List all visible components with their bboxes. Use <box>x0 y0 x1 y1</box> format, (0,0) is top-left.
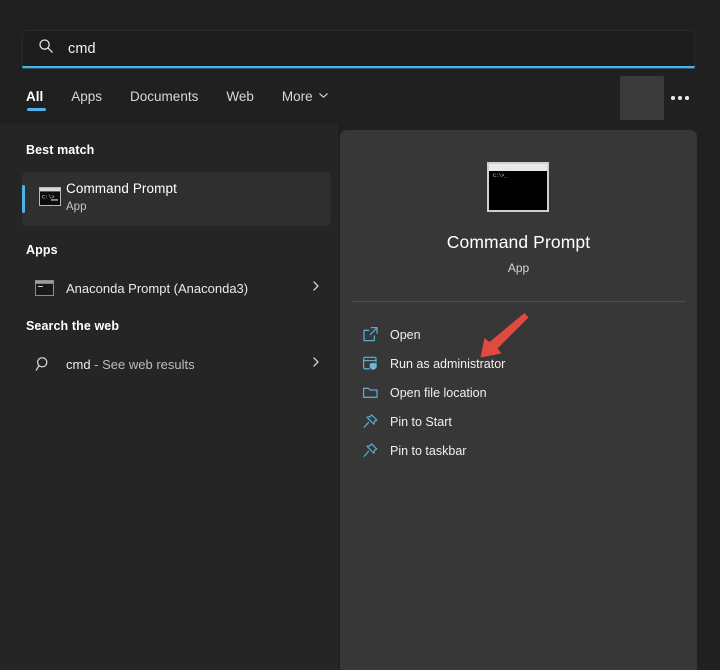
tab-more[interactable]: More <box>282 89 329 111</box>
detail-app-title: Command Prompt <box>340 232 697 253</box>
chevron-down-icon <box>318 89 329 104</box>
action-label: Pin to Start <box>390 415 452 429</box>
tab-active-indicator <box>27 108 46 111</box>
ellipsis-icon[interactable] <box>667 88 693 108</box>
tab-all[interactable]: All <box>26 89 43 111</box>
shield-window-icon <box>354 355 386 372</box>
section-heading-best-match: Best match <box>26 143 94 157</box>
tab-apps-label: Apps <box>71 89 102 104</box>
search-focus-underline <box>22 66 695 68</box>
action-pin-to-start[interactable]: Pin to Start <box>354 407 684 436</box>
search-input[interactable]: cmd <box>68 41 96 57</box>
avatar[interactable] <box>620 76 664 120</box>
search-box[interactable]: cmd <box>22 30 695 67</box>
open-external-icon <box>354 326 386 343</box>
tab-web[interactable]: Web <box>226 89 254 111</box>
pin-icon <box>354 413 386 430</box>
tab-apps[interactable]: Apps <box>71 89 102 111</box>
action-label: Pin to taskbar <box>390 444 466 458</box>
action-label: Run as administrator <box>390 357 505 371</box>
list-item-web-search[interactable]: cmd - See web results <box>22 347 331 381</box>
command-prompt-window-icon: C:\>_ <box>487 162 549 212</box>
app-detail-panel: C:\>_ Command Prompt App Open <box>340 130 697 670</box>
action-open[interactable]: Open <box>354 320 684 349</box>
ellipsis-dot <box>671 96 675 100</box>
search-icon <box>35 356 52 373</box>
folder-icon <box>354 384 386 401</box>
chevron-right-icon[interactable] <box>311 279 321 297</box>
list-item-label: Anaconda Prompt (Anaconda3) <box>66 281 248 296</box>
anaconda-prompt-icon <box>35 280 54 296</box>
search-icon <box>38 38 54 59</box>
tab-web-label: Web <box>226 89 254 104</box>
best-match-result[interactable]: C:\> Command Prompt App <box>22 172 331 226</box>
tab-documents[interactable]: Documents <box>130 89 198 111</box>
filter-tabs: All Apps Documents Web More <box>26 86 357 114</box>
chevron-right-icon[interactable] <box>311 355 321 373</box>
ellipsis-dot <box>685 96 689 100</box>
section-heading-apps: Apps <box>26 243 58 257</box>
action-label: Open <box>390 328 421 342</box>
search-flyout: cmd All Apps Documents Web More <box>0 0 720 670</box>
tab-documents-label: Documents <box>130 89 198 104</box>
tab-all-label: All <box>26 89 43 104</box>
divider <box>352 301 686 302</box>
web-query-suffix: - See web results <box>91 357 195 372</box>
pin-icon <box>354 442 386 459</box>
tab-more-label: More <box>282 89 313 104</box>
command-prompt-icon: C:\> <box>39 187 61 211</box>
list-item-label: cmd - See web results <box>66 357 195 372</box>
list-item-anaconda-prompt[interactable]: Anaconda Prompt (Anaconda3) <box>22 271 331 305</box>
action-label: Open file location <box>390 386 487 400</box>
detail-app-subtitle: App <box>340 261 697 275</box>
section-heading-search-the-web: Search the web <box>26 319 119 333</box>
action-pin-to-taskbar[interactable]: Pin to taskbar <box>354 436 684 465</box>
web-query-text: cmd <box>66 357 91 372</box>
ellipsis-dot <box>678 96 682 100</box>
best-match-subtitle: App <box>66 201 86 213</box>
best-match-title: Command Prompt <box>66 181 177 196</box>
action-run-as-administrator[interactable]: Run as administrator <box>354 349 684 378</box>
action-open-file-location[interactable]: Open file location <box>354 378 684 407</box>
